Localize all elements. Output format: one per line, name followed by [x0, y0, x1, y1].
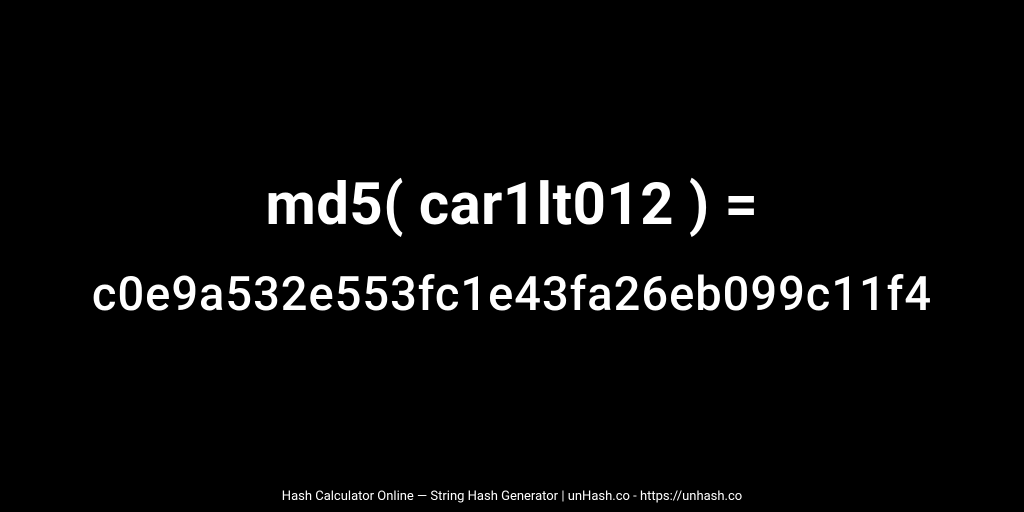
hash-display: md5( car1lt012 ) = c0e9a532e553fc1e43fa2…: [92, 171, 932, 322]
hash-result: c0e9a532e553fc1e43fa26eb099c11f4: [92, 267, 932, 322]
footer-attribution: Hash Calculator Online — String Hash Gen…: [0, 489, 1024, 504]
hash-expression: md5( car1lt012 ) =: [266, 171, 759, 239]
